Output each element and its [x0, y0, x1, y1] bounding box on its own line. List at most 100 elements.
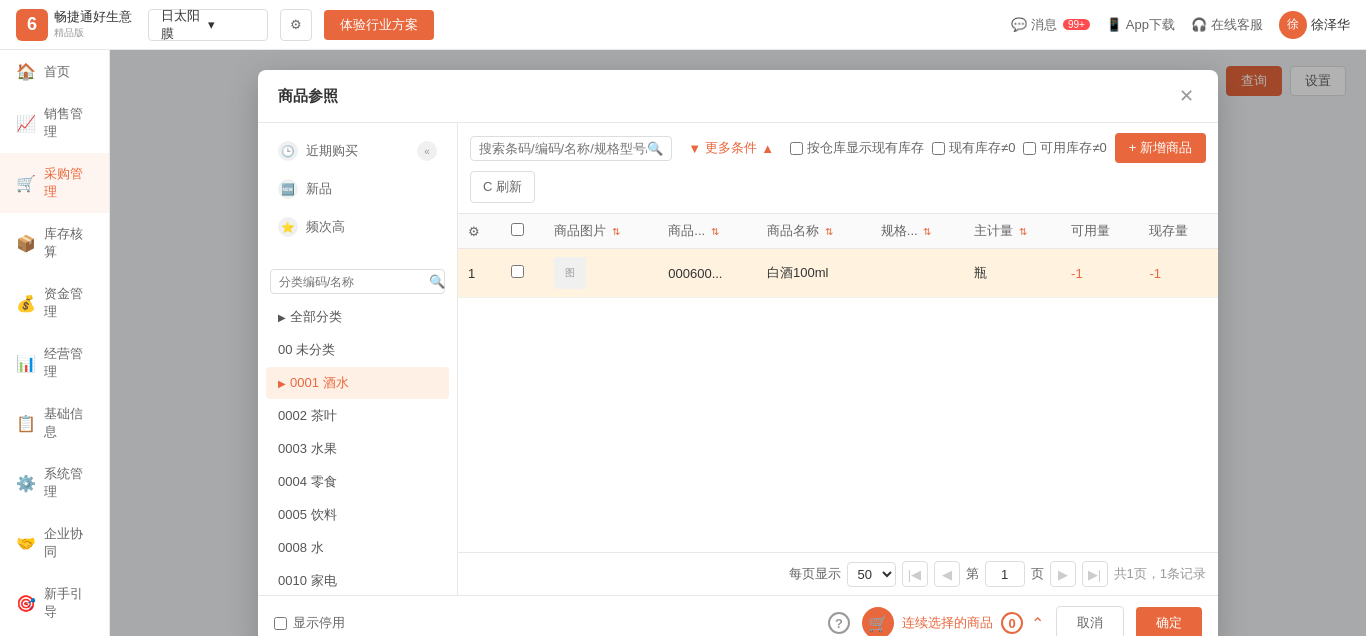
- cell-image: 图: [544, 249, 658, 298]
- sidebar-label-guide: 新手引导: [44, 585, 93, 621]
- last-page-button[interactable]: ▶|: [1082, 561, 1108, 587]
- sidebar-label-basic: 基础信息: [44, 405, 93, 441]
- try-button[interactable]: 体验行业方案: [324, 10, 434, 40]
- prev-page-button[interactable]: ◀: [934, 561, 960, 587]
- chevron-down-icon: ▾: [208, 17, 249, 32]
- cell-checkbox[interactable]: [501, 249, 545, 298]
- quick-label-frequent: 频次高: [306, 218, 345, 236]
- pagination-bar: 每页显示 50 |◀ ◀ 第 页 ▶ ▶| 共1页，1条记录: [458, 552, 1218, 595]
- cat-label-water: 0008 水: [278, 539, 324, 557]
- add-product-button[interactable]: + 新增商品: [1115, 133, 1206, 163]
- more-filter-button[interactable]: ▼ 更多条件 ▲: [680, 135, 782, 161]
- tenant-selector[interactable]: 日太阳膜 ▾: [148, 9, 268, 41]
- sidebar-item-sales[interactable]: 📈 销售管理: [0, 93, 109, 153]
- checkbox-by-warehouse[interactable]: [790, 142, 803, 155]
- th-checkbox[interactable]: [501, 214, 545, 249]
- settings-icon[interactable]: ⚙: [280, 9, 312, 41]
- th-unit[interactable]: 主计量 ⇅: [964, 214, 1061, 249]
- filter-icon: ▼: [688, 141, 701, 156]
- show-disabled-input[interactable]: [274, 617, 287, 630]
- chevron-up-icon[interactable]: ⌃: [1031, 614, 1044, 633]
- product-search-box[interactable]: 🔍: [470, 136, 672, 161]
- quick-item-new[interactable]: 🆕 新品: [266, 171, 449, 207]
- check-has-stock[interactable]: 现有库存≠0: [932, 139, 1015, 157]
- cat-item-tea[interactable]: 0002 茶叶: [266, 400, 449, 432]
- product-search-input[interactable]: [479, 141, 647, 156]
- sales-icon: 📈: [16, 114, 36, 133]
- cat-item-liquor[interactable]: ▶ 0001 酒水: [266, 367, 449, 399]
- show-disabled-label: 显示停用: [293, 614, 345, 632]
- refresh-button[interactable]: C 刷新: [470, 171, 535, 203]
- cat-item-all[interactable]: ▶ 全部分类: [266, 301, 449, 333]
- cell-unit: 瓶: [964, 249, 1061, 298]
- help-icon[interactable]: ?: [828, 612, 850, 634]
- th-name[interactable]: 商品名称 ⇅: [757, 214, 871, 249]
- layout: 🏠 首页 📈 销售管理 🛒 采购管理 📦 库存核算 💰 资金管理 📊 经营管理 …: [0, 50, 1366, 636]
- quick-item-recent[interactable]: 🕒 近期购买 «: [266, 133, 449, 169]
- cat-label-drink: 0005 饮料: [278, 506, 337, 524]
- sidebar-item-operation[interactable]: 📊 经营管理: [0, 333, 109, 393]
- sidebar-item-system[interactable]: ⚙️ 系统管理: [0, 453, 109, 513]
- cat-search-box[interactable]: 🔍: [270, 269, 445, 294]
- first-page-button[interactable]: |◀: [902, 561, 928, 587]
- cell-spec: [871, 249, 965, 298]
- online-service-item[interactable]: 🎧 在线客服: [1191, 16, 1263, 34]
- sidebar-item-basic[interactable]: 📋 基础信息: [0, 393, 109, 453]
- cat-item-appliance[interactable]: 0010 家电: [266, 565, 449, 595]
- sidebar-item-home[interactable]: 🏠 首页: [0, 50, 109, 93]
- search-icon: 🔍: [647, 141, 663, 156]
- th-settings[interactable]: ⚙: [458, 214, 501, 249]
- sidebar-label-home: 首页: [44, 63, 70, 81]
- logo-area: 6 畅捷通好生意 精品版: [16, 9, 132, 41]
- check-available-stock[interactable]: 可用库存≠0: [1023, 139, 1106, 157]
- avatar: 徐: [1279, 11, 1307, 39]
- sidebar-label-inventory: 库存核算: [44, 225, 93, 261]
- per-page-select[interactable]: 50: [847, 562, 896, 587]
- sort-icon-code: ⇅: [711, 226, 719, 237]
- sidebar-label-system: 系统管理: [44, 465, 93, 501]
- cat-item-water[interactable]: 0008 水: [266, 532, 449, 564]
- quick-item-frequent[interactable]: ⭐ 频次高: [266, 209, 449, 245]
- check-by-warehouse[interactable]: 按仓库显示现有库存: [790, 139, 924, 157]
- app-download-item[interactable]: 📱 App下载: [1106, 16, 1175, 34]
- table-row[interactable]: 1 图 000600... 白酒100ml 瓶: [458, 249, 1218, 298]
- inventory-icon: 📦: [16, 234, 36, 253]
- th-spec[interactable]: 规格... ⇅: [871, 214, 965, 249]
- cat-item-uncategorized[interactable]: 00 未分类: [266, 334, 449, 366]
- messages-item[interactable]: 💬 消息 99+: [1011, 16, 1090, 34]
- cat-item-fruit[interactable]: 0003 水果: [266, 433, 449, 465]
- th-code[interactable]: 商品... ⇅: [658, 214, 757, 249]
- sidebar-item-inventory[interactable]: 📦 库存核算: [0, 213, 109, 273]
- sidebar-item-guide[interactable]: 🎯 新手引导: [0, 573, 109, 633]
- logo-icon: 6: [16, 9, 48, 41]
- per-page-label: 每页显示: [789, 565, 841, 583]
- logo-text: 畅捷通好生意: [54, 9, 132, 26]
- app-download-label: App下载: [1126, 16, 1175, 34]
- checkbox-available-stock[interactable]: [1023, 142, 1036, 155]
- cat-item-snack[interactable]: 0004 零食: [266, 466, 449, 498]
- guide-icon: 🎯: [16, 594, 36, 613]
- show-disabled-checkbox[interactable]: 显示停用: [274, 614, 345, 632]
- sidebar-item-finance[interactable]: 💰 资金管理: [0, 273, 109, 333]
- tenant-name: 日太阳膜: [161, 7, 202, 43]
- next-page-button[interactable]: ▶: [1050, 561, 1076, 587]
- page-number-input[interactable]: [985, 561, 1025, 587]
- confirm-button[interactable]: 确定: [1136, 607, 1202, 636]
- sidebar-item-enterprise[interactable]: 🤝 企业协同: [0, 513, 109, 573]
- user-info[interactable]: 徐 徐泽华: [1279, 11, 1350, 39]
- cat-search-input[interactable]: [279, 275, 429, 289]
- modal-close-button[interactable]: ✕: [1174, 84, 1198, 108]
- cat-item-drink[interactable]: 0005 饮料: [266, 499, 449, 531]
- check-has-stock-label: 现有库存≠0: [949, 139, 1015, 157]
- cancel-button[interactable]: 取消: [1056, 606, 1124, 636]
- collapse-icon[interactable]: «: [417, 141, 437, 161]
- modal-title: 商品参照: [278, 87, 338, 106]
- sidebar-label-sales: 销售管理: [44, 105, 93, 141]
- checkbox-has-stock[interactable]: [932, 142, 945, 155]
- sidebar-item-purchase[interactable]: 🛒 采购管理: [0, 153, 109, 213]
- modal-header: 商品参照 ✕: [258, 70, 1218, 123]
- th-image[interactable]: 商品图片 ⇅: [544, 214, 658, 249]
- sort-icon-name: ⇅: [825, 226, 833, 237]
- select-all-checkbox[interactable]: [511, 223, 524, 236]
- row-checkbox[interactable]: [511, 265, 524, 278]
